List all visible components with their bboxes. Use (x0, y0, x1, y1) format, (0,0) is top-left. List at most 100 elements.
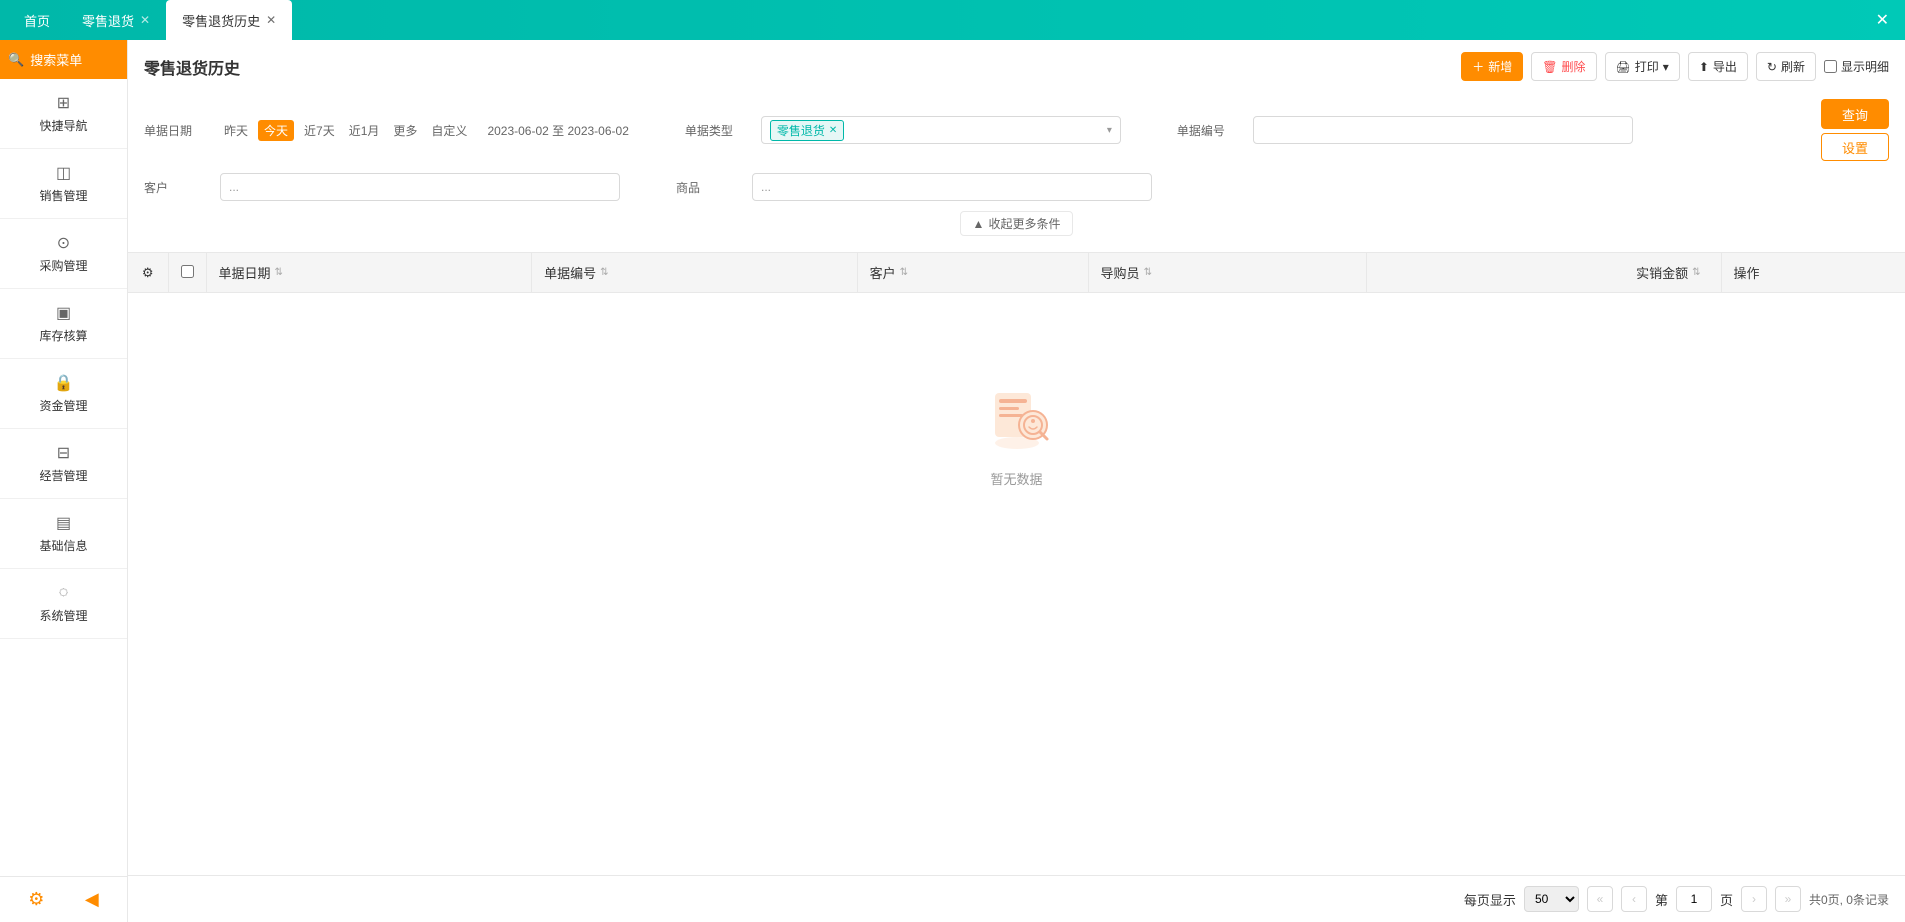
page-title-row: 零售退货历史 ＋ 新增 🗑 删除 🖨 打印 ▾ (144, 52, 1889, 81)
finance-icon: 🔒 (54, 373, 74, 393)
settings-bottom-icon[interactable]: ⚙ (28, 889, 44, 910)
date-shortcut-1month[interactable]: 近1月 (345, 120, 384, 141)
tab-retail-return-history-label: 零售退货历史 (182, 11, 260, 30)
date-shortcut-more[interactable]: 更多 (389, 120, 421, 141)
print-button[interactable]: 🖨 打印 ▾ (1605, 52, 1680, 81)
settings-gear-icon[interactable]: ⚙ (142, 265, 154, 280)
collapse-sidebar-icon[interactable]: ◀ (85, 889, 99, 910)
sidebar-item-system-label: 系统管理 (39, 607, 87, 624)
collapse-up-icon: ▲ (973, 217, 985, 231)
query-button[interactable]: 查询 (1821, 99, 1889, 129)
show-detail-checkbox[interactable]: 显示明细 (1824, 58, 1889, 75)
sidebar-item-operations-label: 经营管理 (39, 467, 87, 484)
type-filter-chevron: ▾ (1107, 125, 1112, 136)
th-amount[interactable]: 实销金额 ⇅ (1366, 253, 1721, 293)
customer-filter-label: 客户 (144, 179, 204, 196)
pagination-bar: 每页显示 20 50 100 « ‹ 第 页 › » 共0页, 0条记录 (128, 875, 1905, 922)
export-label: 导出 (1713, 58, 1737, 75)
date-shortcut-7days[interactable]: 近7天 (300, 120, 339, 141)
sidebar-item-purchase-label: 采购管理 (39, 257, 87, 274)
new-button[interactable]: ＋ 新增 (1461, 52, 1523, 81)
date-range-display: 2023-06-02 至 2023-06-02 (487, 122, 628, 139)
settings-button[interactable]: 设置 (1821, 133, 1889, 161)
th-actions-label: 操作 (1734, 266, 1760, 281)
empty-cell: 暂无数据 (128, 293, 1905, 569)
guide-sort-icon: ⇅ (1144, 267, 1152, 278)
collapse-bar: ▲ 收起更多条件 (144, 207, 1889, 244)
total-info: 共0页, 0条记录 (1809, 891, 1889, 908)
last-page-button[interactable]: » (1775, 886, 1801, 912)
type-filter-select[interactable]: 零售退货 ✕ ▾ (761, 116, 1121, 144)
show-detail-input[interactable] (1824, 60, 1837, 73)
sidebar-item-purchase-mgmt[interactable]: ⊙ 采购管理 (0, 219, 127, 289)
th-settings[interactable]: ⚙ (128, 253, 168, 293)
search-icon: 🔍 (8, 52, 24, 68)
sidebar-item-finance[interactable]: 🔒 资金管理 (0, 359, 127, 429)
first-page-button[interactable]: « (1587, 886, 1613, 912)
filter-row-1: 单据日期 昨天 今天 近7天 近1月 更多 自定义 2023-06-02 至 2… (144, 93, 1889, 167)
goods-filter-label: 商品 (676, 179, 736, 196)
sidebar-item-quick-nav[interactable]: ⊞ 快捷导航 (0, 79, 127, 149)
number-filter-input[interactable] (1253, 116, 1633, 144)
th-checkbox[interactable] (168, 253, 206, 293)
table-container: ⚙ 单据日期 ⇅ 单据编号 (128, 253, 1905, 875)
th-guide[interactable]: 导购员 ⇅ (1088, 253, 1366, 293)
sidebar-item-sales-mgmt[interactable]: ◫ 销售管理 (0, 149, 127, 219)
tab-home[interactable]: 首页 (8, 0, 66, 40)
delete-button[interactable]: 🗑 删除 (1531, 52, 1596, 81)
empty-text: 暂无数据 (990, 469, 1042, 488)
prev-page-button[interactable]: ‹ (1621, 886, 1647, 912)
sidebar-item-system[interactable]: ◌ 系统管理 (0, 569, 127, 639)
page-size-select[interactable]: 20 50 100 (1524, 886, 1579, 912)
sidebar-item-basic-info[interactable]: ▤ 基础信息 (0, 499, 127, 569)
empty-illustration (977, 373, 1057, 453)
th-actions: 操作 (1721, 253, 1905, 293)
table-body: 暂无数据 (128, 293, 1905, 569)
type-filter-tag-close[interactable]: ✕ (829, 125, 837, 136)
top-bar: 首页 零售退货 ✕ 零售退货历史 ✕ ✕ (0, 0, 1905, 40)
refresh-button[interactable]: ↻ 刷新 (1756, 52, 1816, 81)
tab-retail-return-close[interactable]: ✕ (140, 13, 150, 27)
date-shortcut-yesterday[interactable]: 昨天 (220, 120, 252, 141)
th-customer[interactable]: 客户 ⇅ (857, 253, 1088, 293)
delete-label: 删除 (1562, 58, 1586, 75)
sidebar-search-label: 搜索菜单 (30, 50, 82, 69)
sidebar-item-operations[interactable]: ⊟ 经营管理 (0, 429, 127, 499)
th-guide-label: 导购员 (1101, 263, 1140, 282)
collapse-button[interactable]: ▲ 收起更多条件 (960, 211, 1074, 236)
print-icon: 🖨 (1616, 60, 1631, 74)
sidebar-item-sales-label: 销售管理 (39, 187, 87, 204)
th-date[interactable]: 单据日期 ⇅ (206, 253, 532, 293)
purchase-icon: ⊙ (54, 233, 74, 253)
tab-list: 首页 零售退货 ✕ 零售退货历史 ✕ (8, 0, 292, 40)
select-all-checkbox[interactable] (181, 265, 194, 278)
page-unit-label: 页 (1720, 890, 1733, 909)
new-icon: ＋ (1472, 58, 1484, 75)
tab-retail-return-history-close[interactable]: ✕ (266, 13, 276, 27)
print-dropdown-icon: ▾ (1663, 60, 1669, 74)
type-filter-tag-label: 零售退货 (777, 122, 825, 139)
th-number[interactable]: 单据编号 ⇅ (532, 253, 858, 293)
sales-icon: ◫ (54, 163, 74, 183)
page-number-input[interactable] (1676, 886, 1712, 912)
export-button[interactable]: ⬆ 导出 (1688, 52, 1748, 81)
window-close-button[interactable]: ✕ (1868, 6, 1897, 34)
sidebar: 🔍 搜索菜单 ⊞ 快捷导航 ◫ 销售管理 ⊙ 采购管理 ▣ 库存核算 🔒 资金管… (0, 40, 128, 922)
th-amount-label: 实销金额 (1636, 263, 1688, 282)
th-customer-label: 客户 (870, 263, 896, 282)
type-filter-tag: 零售退货 ✕ (770, 120, 844, 141)
tab-retail-return-history[interactable]: 零售退货历史 ✕ (166, 0, 292, 40)
content-area: 零售退货历史 ＋ 新增 🗑 删除 🖨 打印 ▾ (128, 40, 1905, 922)
toolbar: ＋ 新增 🗑 删除 🖨 打印 ▾ ⬆ 导出 (1461, 52, 1889, 81)
goods-filter-select[interactable]: ... (752, 173, 1152, 201)
date-shortcut-today[interactable]: 今天 (258, 120, 294, 141)
sidebar-item-inventory[interactable]: ▣ 库存核算 (0, 289, 127, 359)
tab-retail-return[interactable]: 零售退货 ✕ (66, 0, 166, 40)
sidebar-search[interactable]: 🔍 搜索菜单 (0, 40, 127, 79)
customer-filter-select[interactable]: ... (220, 173, 620, 201)
date-filter-label: 单据日期 (144, 122, 204, 139)
next-page-button[interactable]: › (1741, 886, 1767, 912)
refresh-label: 刷新 (1781, 58, 1805, 75)
date-shortcut-custom[interactable]: 自定义 (427, 120, 471, 141)
sidebar-item-basic-info-label: 基础信息 (39, 537, 87, 554)
